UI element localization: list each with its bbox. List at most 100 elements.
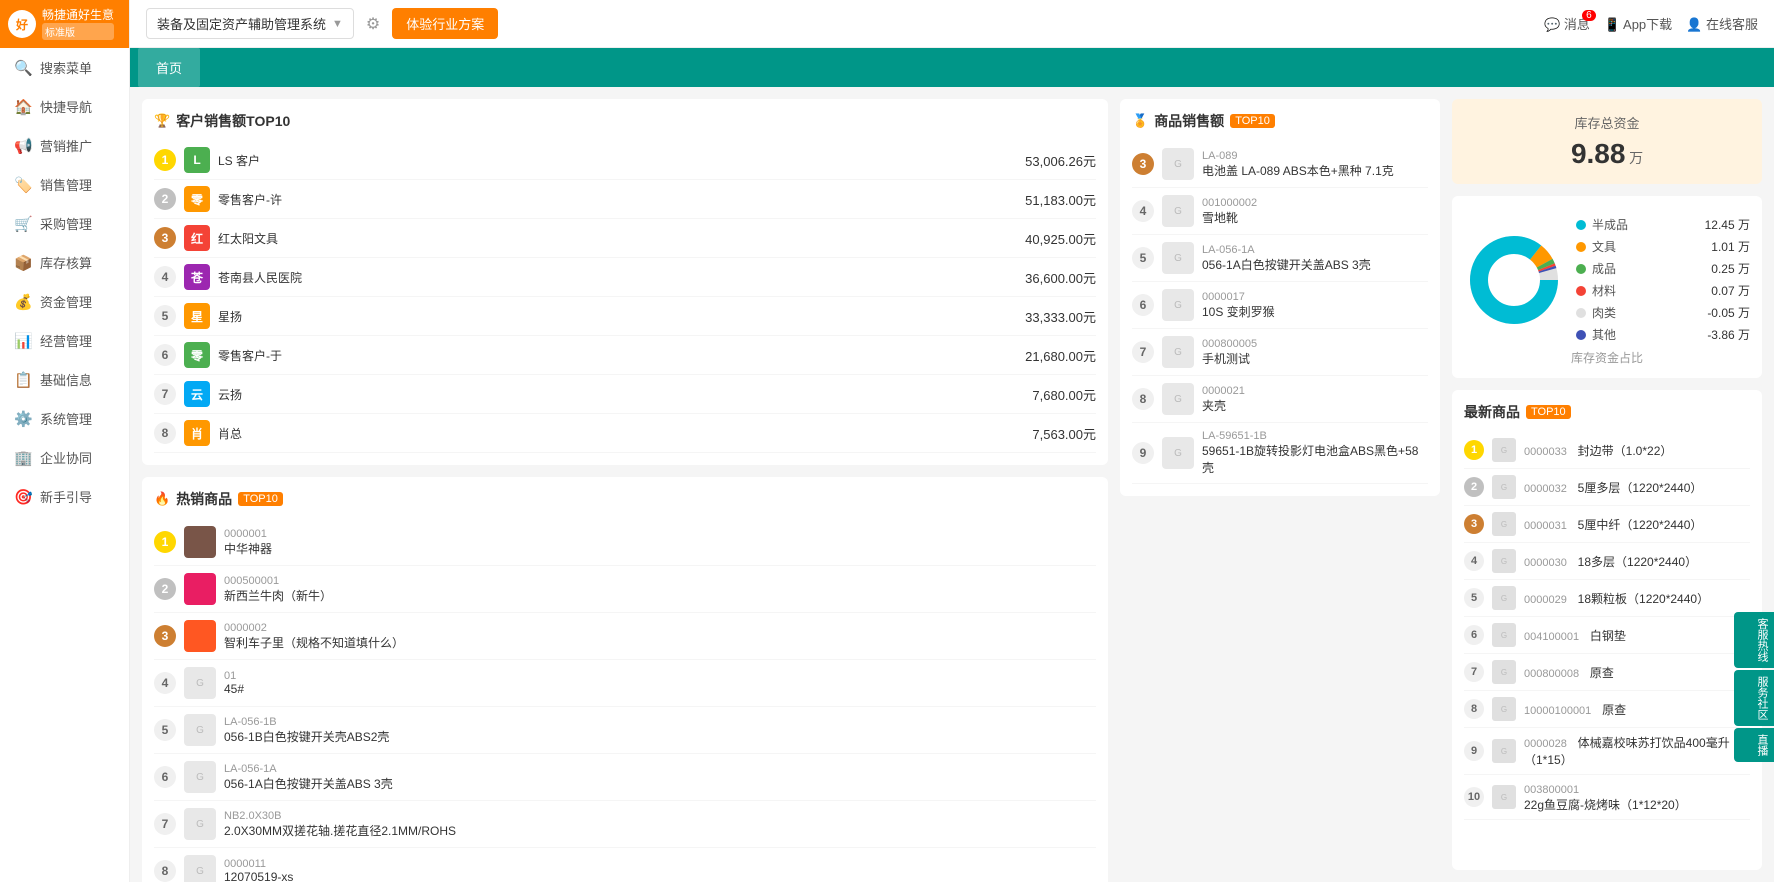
product-code: 0000029 (1524, 594, 1567, 606)
nav-label: 资金管理 (40, 292, 92, 311)
product-code: 0000021 (1202, 385, 1245, 397)
new-top10-badge: TOP10 (1526, 405, 1571, 419)
stock-chart-panel: 半成品 12.45 万 文具 1.01 万 成品 0.25 万 材料 0.07 … (1452, 196, 1762, 378)
sidebar-item-销售管理[interactable]: 🏷️销售管理 (0, 165, 129, 204)
product-code: 004100001 (1524, 631, 1579, 643)
product-info: 000800008 原查 (1524, 664, 1614, 681)
sidebar-item-企业协同[interactable]: 🏢企业协同 (0, 438, 129, 477)
rank-number: 5 (1464, 588, 1484, 608)
sidebar-item-经营管理[interactable]: 📊经营管理 (0, 321, 129, 360)
sidebar-item-采购管理[interactable]: 🛒采购管理 (0, 204, 129, 243)
rank-number: 2 (154, 188, 176, 210)
new-products-title: 最新商品 (1464, 402, 1520, 422)
product-info: 0000028 体械嘉校味苏打饮品400毫升（1*15） (1524, 734, 1750, 768)
list-item: 7 G 000800008 原查 (1464, 654, 1750, 691)
product-image-placeholder: G (1492, 512, 1516, 536)
online-service[interactable]: 👤 在线客服 (1686, 14, 1758, 33)
sales-rank-header: 🏆 客户销售额TOP10 (154, 111, 1096, 131)
rank-number: 10 (1464, 787, 1484, 807)
float-btn-服务社区[interactable]: 服务社区 (1734, 670, 1774, 726)
new-product-list: 1 G 0000033 封边带（1.0*22） 2 G 0000032 5厘多层… (1464, 432, 1750, 820)
nav-icon: 🏢 (14, 449, 32, 467)
product-info: 000800005 手机测试 (1202, 338, 1257, 367)
legend-name: 文具 (1592, 238, 1705, 255)
product-image-placeholder: G (1492, 660, 1516, 684)
product-code: LA-089 (1202, 150, 1394, 162)
sidebar-item-资金管理[interactable]: 💰资金管理 (0, 282, 129, 321)
sidebar-item-搜索菜单[interactable]: 🔍搜索菜单 (0, 48, 129, 87)
list-item: 5 G LA-056-1B 056-1B白色按键开关壳ABS2壳 (154, 707, 1096, 754)
legend-color (1576, 330, 1586, 340)
product-info: 0000001 中华神器 (224, 528, 272, 557)
nav-label: 快捷导航 (40, 97, 92, 116)
product-image-placeholder: G (1492, 785, 1516, 809)
list-item: 10 G 003800001 22g鱼豆腐-烧烤味（1*12*20） (1464, 775, 1750, 820)
sidebar-item-新手引导[interactable]: 🎯新手引导 (0, 477, 129, 516)
sidebar-item-营销推广[interactable]: 📢营销推广 (0, 126, 129, 165)
product-info: LA-056-1A 056-1A白色按键开关盖ABS 3壳 (1202, 244, 1371, 273)
product-image-placeholder: G (1492, 739, 1516, 763)
product-image-placeholder: G (1492, 438, 1516, 462)
donut-container: 半成品 12.45 万 文具 1.01 万 成品 0.25 万 材料 0.07 … (1464, 216, 1750, 343)
product-name: 中华神器 (224, 540, 272, 557)
rank-number: 6 (1464, 625, 1484, 645)
product-code: 0000032 (1524, 483, 1567, 495)
float-btn-客服热线[interactable]: 客服热线 (1734, 612, 1774, 668)
list-item: 8 G 0000021 夹壳 (1132, 376, 1428, 423)
legend-name: 成品 (1592, 260, 1705, 277)
table-row: 6 零 零售客户-于 21,680.00元 (154, 336, 1096, 375)
legend-color (1576, 264, 1586, 274)
product-name: 夹壳 (1202, 397, 1245, 414)
list-item: 1 0000001 中华神器 (154, 519, 1096, 566)
nav-icon: 🏷️ (14, 176, 32, 194)
sidebar-item-系统管理[interactable]: ⚙️系统管理 (0, 399, 129, 438)
sales-amount: 21,680.00元 (1025, 346, 1096, 365)
rank-number: 6 (1132, 294, 1154, 316)
app-download[interactable]: 📱 App下载 (1604, 14, 1672, 33)
product-name: 59651-1B旋转投影灯电池盒ABS黑色+58壳 (1202, 442, 1428, 476)
stock-total-label: 库存总资金 (1468, 113, 1746, 132)
avatar: 红 (184, 225, 210, 251)
nav-label: 搜索菜单 (40, 58, 92, 77)
float-btn-直播[interactable]: 直播 (1734, 728, 1774, 762)
fire-icon: 🔥 (154, 491, 170, 507)
settings-icon[interactable]: ⚙ (366, 14, 380, 34)
new-products-header: 最新商品 TOP10 (1464, 402, 1750, 422)
list-item: 4 G 0000030 18多层（1220*2440） (1464, 543, 1750, 580)
float-buttons: 客服热线服务社区直播 (1734, 612, 1774, 762)
rank-number: 7 (154, 383, 176, 405)
product-code: 0000002 (224, 622, 404, 634)
product-code: 003800001 (1524, 784, 1579, 796)
table-row: 7 云 云扬 7,680.00元 (154, 375, 1096, 414)
tab-首页[interactable]: 首页 (138, 48, 200, 87)
stock-legend: 半成品 12.45 万 文具 1.01 万 成品 0.25 万 材料 0.07 … (1576, 216, 1750, 343)
rank-number: 2 (1464, 477, 1484, 497)
rank-number: 5 (154, 305, 176, 327)
legend-item: 材料 0.07 万 (1576, 282, 1750, 299)
product-code: 000500001 (224, 575, 332, 587)
legend-name: 材料 (1592, 282, 1705, 299)
message-badge: 6 (1582, 10, 1596, 21)
product-name: 原查 (1602, 703, 1626, 717)
sidebar-item-基础信息[interactable]: 📋基础信息 (0, 360, 129, 399)
product-code: 0000001 (224, 528, 272, 540)
product-code: 0000017 (1202, 291, 1275, 303)
list-item: 3 G 0000031 5厘中纤（1220*2440） (1464, 506, 1750, 543)
new-products-panel: 最新商品 TOP10 1 G 0000033 封边带（1.0*22） 2 G 0… (1452, 390, 1762, 870)
left-column: 🏆 客户销售额TOP10 1 L LS 客户 53,006.26元 2 零 零售… (142, 99, 1108, 870)
list-item: 2 000500001 新西兰牛肉（新牛） (154, 566, 1096, 613)
list-item: 1 G 0000033 封边带（1.0*22） (1464, 432, 1750, 469)
message-wrap[interactable]: 💬 消息 6 (1544, 14, 1590, 33)
product-name: 056-1B白色按键开关壳ABS2壳 (224, 728, 389, 745)
product-info: 0000017 10S 变刺罗猴 (1202, 291, 1275, 320)
sidebar-item-库存核算[interactable]: 📦库存核算 (0, 243, 129, 282)
nav-icon: 🛒 (14, 215, 32, 233)
product-code: 0000030 (1524, 557, 1567, 569)
system-select[interactable]: 装备及固定资产辅助管理系统 ▼ (146, 8, 354, 39)
trial-button[interactable]: 体验行业方案 (392, 8, 498, 39)
sidebar-item-快捷导航[interactable]: 🏠快捷导航 (0, 87, 129, 126)
product-info: LA-59651-1B 59651-1B旋转投影灯电池盒ABS黑色+58壳 (1202, 430, 1428, 476)
product-info: LA-056-1A 056-1A白色按键开关盖ABS 3壳 (224, 763, 393, 792)
stock-total-panel: 库存总资金 9.88 万 (1452, 99, 1762, 184)
product-info: NB2.0X30B 2.0X30MM双搓花轴.搓花直径2.1MM/ROHS (224, 810, 456, 839)
